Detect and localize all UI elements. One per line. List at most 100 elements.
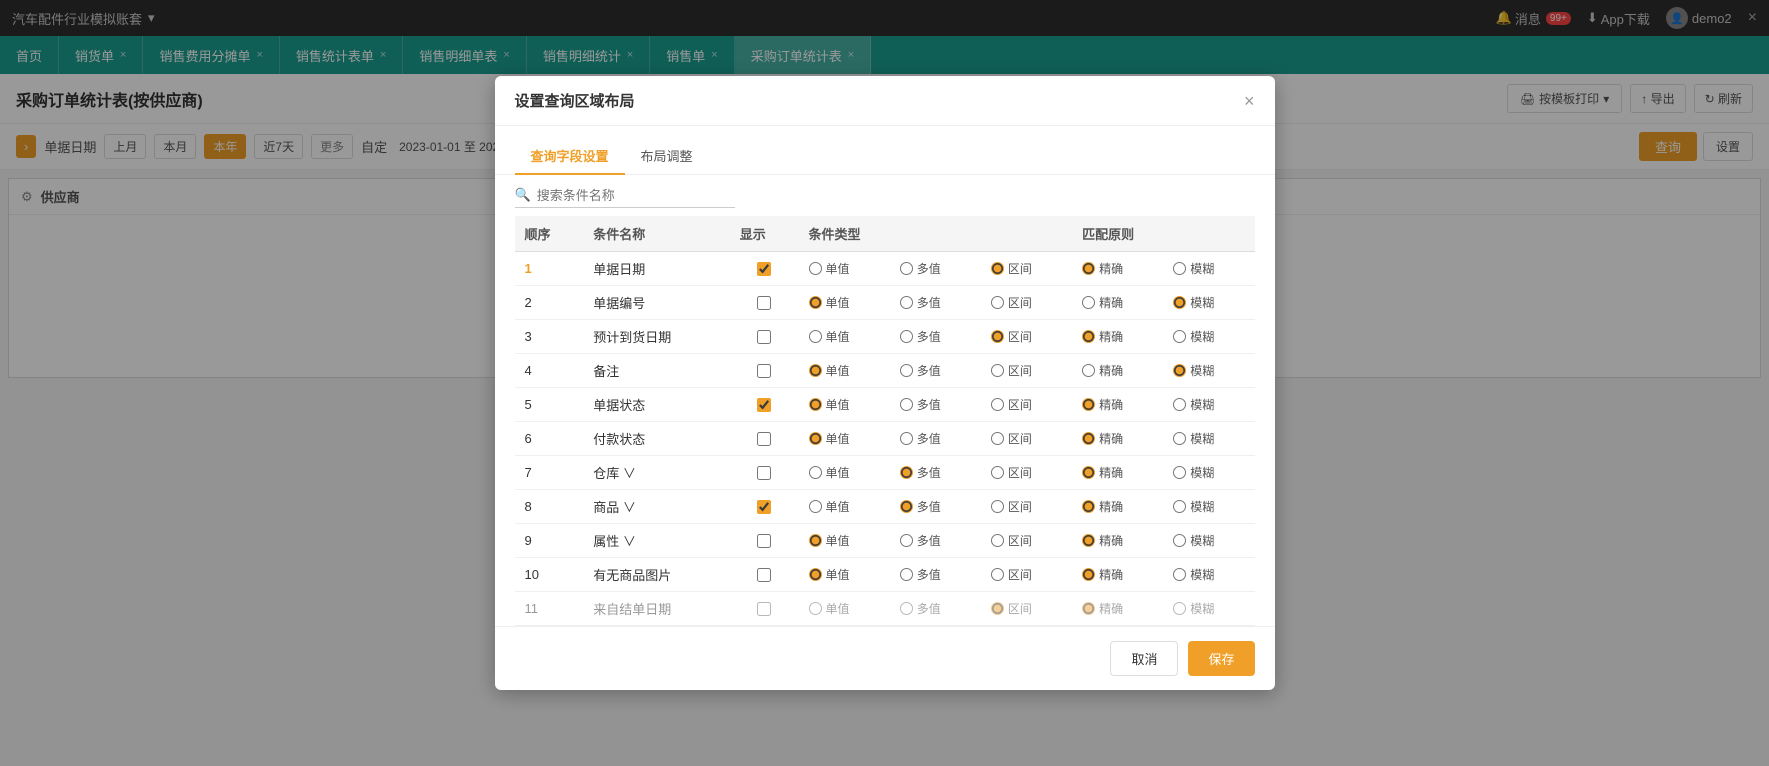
display-checkbox-2[interactable] — [757, 330, 771, 344]
type-range-radio-8[interactable] — [991, 534, 1004, 547]
type-single-radio-9[interactable] — [809, 568, 822, 581]
row-match-fuzzy: 模糊 — [1163, 286, 1254, 320]
match-fuzzy-radio-5[interactable] — [1173, 432, 1186, 445]
type-multi-radio-2[interactable] — [900, 330, 913, 343]
display-checkbox-8[interactable] — [757, 534, 771, 548]
type-multi-radio-5[interactable] — [900, 432, 913, 445]
type-single-radio-8[interactable] — [809, 534, 822, 547]
match-fuzzy-radio-3[interactable] — [1173, 364, 1186, 377]
row-type-single: 单值 — [799, 422, 890, 456]
row-type-single: 单值 — [799, 286, 890, 320]
type-single-radio-2[interactable] — [809, 330, 822, 343]
type-single-radio-10[interactable] — [809, 602, 822, 615]
save-button[interactable]: 保存 — [1188, 641, 1254, 676]
type-single-radio-4[interactable] — [809, 398, 822, 411]
match-exact-radio-6[interactable] — [1082, 466, 1095, 479]
match-fuzzy-radio-9[interactable] — [1173, 568, 1186, 581]
modal-tab-field-settings[interactable]: 查询字段设置 — [515, 138, 625, 175]
type-range-radio-9[interactable] — [991, 568, 1004, 581]
type-multi-radio-3[interactable] — [900, 364, 913, 377]
type-range-radio-7[interactable] — [991, 500, 1004, 513]
type-multi-radio-6[interactable] — [900, 466, 913, 479]
match-exact-radio-3[interactable] — [1082, 364, 1095, 377]
table-row: 2单据编号 单值 多值 区间 精确 模糊 — [515, 286, 1255, 320]
type-range-radio-10[interactable] — [991, 602, 1004, 615]
display-checkbox-0[interactable] — [757, 262, 771, 276]
match-exact-radio-7[interactable] — [1082, 500, 1095, 513]
row-type-single: 单值 — [799, 456, 890, 490]
condition-search-input[interactable] — [537, 188, 717, 203]
type-multi-radio-0[interactable] — [900, 262, 913, 275]
type-multi-radio-4[interactable] — [900, 398, 913, 411]
match-fuzzy-radio-6[interactable] — [1173, 466, 1186, 479]
type-range-radio-0[interactable] — [991, 262, 1004, 275]
type-single-radio-0[interactable] — [809, 262, 822, 275]
row-type-single: 单值 — [799, 252, 890, 286]
match-exact-radio-1[interactable] — [1082, 296, 1095, 309]
table-row: 7仓库 ∨ 单值 多值 区间 精确 模糊 — [515, 456, 1255, 490]
row-type-single: 单值 — [799, 524, 890, 558]
match-exact-radio-8[interactable] — [1082, 534, 1095, 547]
type-range-radio-3[interactable] — [991, 364, 1004, 377]
type-multi-radio-8[interactable] — [900, 534, 913, 547]
match-fuzzy-radio-10[interactable] — [1173, 602, 1186, 615]
type-range-radio-4[interactable] — [991, 398, 1004, 411]
match-fuzzy-radio-4[interactable] — [1173, 398, 1186, 411]
type-single-radio-3[interactable] — [809, 364, 822, 377]
display-checkbox-6[interactable] — [757, 466, 771, 480]
type-multi-radio-9[interactable] — [900, 568, 913, 581]
display-checkbox-10[interactable] — [757, 602, 771, 616]
row-order: 2 — [515, 286, 584, 320]
match-fuzzy-radio-7[interactable] — [1173, 500, 1186, 513]
match-exact-radio-2[interactable] — [1082, 330, 1095, 343]
match-fuzzy-radio-8[interactable] — [1173, 534, 1186, 547]
modal-header: 设置查询区域布局 × — [495, 76, 1275, 126]
match-fuzzy-radio-1[interactable] — [1173, 296, 1186, 309]
modal-overlay: 设置查询区域布局 × 查询字段设置 布局调整 🔍 — [0, 0, 1769, 766]
display-checkbox-4[interactable] — [757, 398, 771, 412]
match-exact-radio-0[interactable] — [1082, 262, 1095, 275]
match-exact-radio-9[interactable] — [1082, 568, 1095, 581]
type-range-radio-1[interactable] — [991, 296, 1004, 309]
type-single-radio-6[interactable] — [809, 466, 822, 479]
type-range-radio-2[interactable] — [991, 330, 1004, 343]
row-condition-name: 有无商品图片 — [583, 558, 729, 592]
row-condition-name: 单据状态 — [583, 388, 729, 422]
display-checkbox-3[interactable] — [757, 364, 771, 378]
type-multi-radio-1[interactable] — [900, 296, 913, 309]
match-fuzzy-radio-2[interactable] — [1173, 330, 1186, 343]
type-single-radio-1[interactable] — [809, 296, 822, 309]
row-match-fuzzy: 模糊 — [1163, 388, 1254, 422]
type-range-radio-6[interactable] — [991, 466, 1004, 479]
table-row: 10有无商品图片 单值 多值 区间 精确 模糊 — [515, 558, 1255, 592]
row-match-fuzzy: 模糊 — [1163, 456, 1254, 490]
type-multi-radio-10[interactable] — [900, 602, 913, 615]
col-match: 匹配原则 — [1072, 216, 1254, 252]
row-order: 7 — [515, 456, 584, 490]
row-match-fuzzy: 模糊 — [1163, 252, 1254, 286]
row-condition-name: 来自结单日期 — [583, 592, 729, 626]
type-single-radio-7[interactable] — [809, 500, 822, 513]
display-checkbox-9[interactable] — [757, 568, 771, 582]
modal-close-btn[interactable]: × — [1244, 92, 1255, 110]
type-range-radio-5[interactable] — [991, 432, 1004, 445]
display-checkbox-5[interactable] — [757, 432, 771, 446]
row-order: 5 — [515, 388, 584, 422]
display-checkbox-7[interactable] — [757, 500, 771, 514]
type-multi-radio-7[interactable] — [900, 500, 913, 513]
row-type-multi: 多值 — [890, 320, 981, 354]
col-name: 条件名称 — [583, 216, 729, 252]
table-row: 6付款状态 单值 多值 区间 精确 模糊 — [515, 422, 1255, 456]
type-single-radio-5[interactable] — [809, 432, 822, 445]
row-type-range: 区间 — [981, 592, 1072, 626]
row-match-exact: 精确 — [1072, 456, 1163, 490]
cancel-button[interactable]: 取消 — [1110, 641, 1178, 676]
match-exact-radio-4[interactable] — [1082, 398, 1095, 411]
match-exact-radio-10[interactable] — [1082, 602, 1095, 615]
row-match-fuzzy: 模糊 — [1163, 558, 1254, 592]
match-fuzzy-radio-0[interactable] — [1173, 262, 1186, 275]
row-display-checkbox — [730, 354, 799, 388]
modal-tab-layout-adjust[interactable]: 布局调整 — [625, 138, 709, 175]
match-exact-radio-5[interactable] — [1082, 432, 1095, 445]
display-checkbox-1[interactable] — [757, 296, 771, 310]
